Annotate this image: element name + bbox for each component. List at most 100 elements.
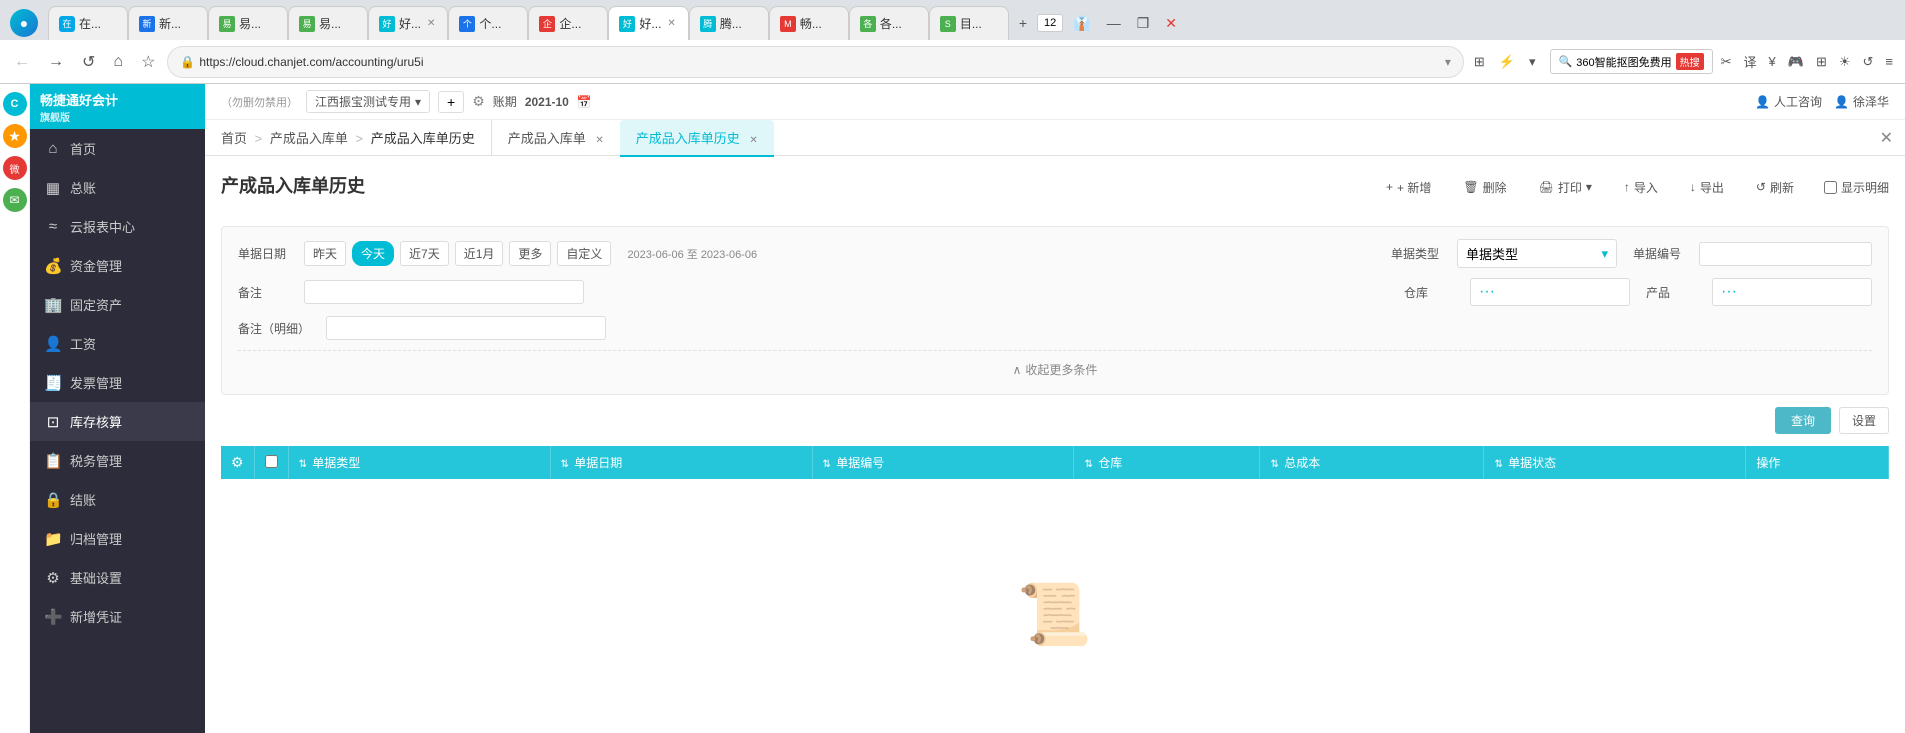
forward-button[interactable]: → xyxy=(42,49,70,75)
select-all-checkbox[interactable] xyxy=(265,455,278,468)
doc-type-select[interactable]: 单据类型 ▾ xyxy=(1457,239,1617,268)
date-7days-btn[interactable]: 近7天 xyxy=(400,241,449,266)
more-icon[interactable]: ≡ xyxy=(1881,50,1897,73)
sidebar-item-ledger[interactable]: ▦ 总账 xyxy=(30,168,205,207)
browser-tab-2[interactable]: 新 新... xyxy=(128,6,208,40)
new-button[interactable]: + + 新增 xyxy=(1376,175,1441,200)
translate-icon[interactable]: 译 xyxy=(1740,48,1761,75)
email-app-icon[interactable]: ✉ xyxy=(3,188,27,212)
bookmark-button[interactable]: ☆ xyxy=(135,48,161,76)
print-button[interactable]: 🖨 打印 ▾ xyxy=(1529,175,1602,200)
scissors-icon[interactable]: ✂ xyxy=(1717,50,1736,74)
show-columns-toggle[interactable]: 显示明细 xyxy=(1824,179,1889,196)
product-select[interactable]: ··· xyxy=(1712,278,1872,306)
sidebar-item-checkout[interactable]: 🔒 结账 xyxy=(30,480,205,519)
sidebar-item-inventory[interactable]: ⊡ 库存核算 xyxy=(30,402,205,441)
tab-close-8[interactable]: ✕ xyxy=(665,16,677,31)
browser-tab-4[interactable]: 易 易... xyxy=(288,6,368,40)
reload-button[interactable]: ↺ xyxy=(76,48,101,76)
date-1month-btn[interactable]: 近1月 xyxy=(455,241,504,266)
sidebar-item-tax[interactable]: 📋 税务管理 xyxy=(30,441,205,480)
display-icon[interactable]: ☀ xyxy=(1835,50,1855,74)
sidebar-item-settings[interactable]: ⚙ 基础设置 xyxy=(30,558,205,597)
bookmark-dropdown-icon[interactable]: ▾ xyxy=(1525,50,1540,74)
customize-icon[interactable]: 👔 xyxy=(1067,11,1096,36)
browser-tab-9[interactable]: 腾 腾... xyxy=(689,6,769,40)
browser-tab-3[interactable]: 易 易... xyxy=(208,6,288,40)
url-bar[interactable]: 🔒 https://cloud.chanjet.com/accounting/u… xyxy=(167,46,1463,78)
home-button[interactable]: ⌂ xyxy=(107,49,129,75)
service-link[interactable]: 👤 人工咨询 xyxy=(1755,93,1822,110)
company-dropdown[interactable]: 江西振宝测试专用 ▾ xyxy=(306,90,430,113)
new-tab-button[interactable]: + xyxy=(1013,11,1033,35)
browser-tab-12[interactable]: S 目... xyxy=(929,6,1009,40)
browser-tab-7[interactable]: 企 企... xyxy=(528,6,608,40)
calendar-icon[interactable]: 📅 xyxy=(577,95,592,109)
grid-icon[interactable]: ⊞ xyxy=(1470,50,1489,74)
th-total-cost[interactable]: ⇅ 总成本 xyxy=(1260,446,1484,479)
page-tab-list-close[interactable]: ✕ xyxy=(595,135,603,146)
date-more-btn[interactable]: 更多 xyxy=(509,241,551,266)
breadcrumb-home[interactable]: 首页 xyxy=(221,131,247,146)
export-button[interactable]: ↓ 导出 xyxy=(1680,175,1734,200)
note-detail-input[interactable] xyxy=(326,316,606,340)
th-gear[interactable]: ⚙ xyxy=(221,446,254,479)
sidebar-item-invoice[interactable]: 🧾 发票管理 xyxy=(30,363,205,402)
header-settings-icon[interactable]: ⚙ xyxy=(472,93,485,110)
th-warehouse[interactable]: ⇅ 仓库 xyxy=(1074,446,1260,479)
refresh-button[interactable]: ↺ 刷新 xyxy=(1746,175,1804,200)
note-input[interactable] xyxy=(304,280,584,304)
chanjet-app-icon[interactable]: C xyxy=(3,92,27,116)
date-custom-btn[interactable]: 自定义 xyxy=(557,241,611,266)
sidebar-item-fixed-assets[interactable]: 🏢 固定资产 xyxy=(30,285,205,324)
browser-logo[interactable]: ● xyxy=(10,9,38,37)
browser-tab-11[interactable]: 各 各... xyxy=(849,6,929,40)
import-button[interactable]: ↑ 导入 xyxy=(1614,175,1668,200)
th-doc-status[interactable]: ⇅ 单据状态 xyxy=(1484,446,1746,479)
close-window-button[interactable]: ✕ xyxy=(1159,11,1183,36)
sidebar-item-archive[interactable]: 📁 归档管理 xyxy=(30,519,205,558)
sidebar-item-home[interactable]: ⌂ 首页 xyxy=(30,129,205,168)
weibo-app-icon[interactable]: 微 xyxy=(3,156,27,180)
date-yesterday-btn[interactable]: 昨天 xyxy=(304,241,346,266)
flash-icon[interactable]: ⚡ xyxy=(1495,50,1519,74)
search-button[interactable]: 查询 xyxy=(1775,407,1831,434)
browser-tab-1[interactable]: 在 在... xyxy=(48,6,128,40)
browser-tab-6[interactable]: 个 个... xyxy=(448,6,528,40)
360-search-bar[interactable]: 🔍 360智能抠图免费用 热搜 xyxy=(1550,49,1713,74)
sidebar-item-cloud-report[interactable]: ≈ 云报表中心 xyxy=(30,207,205,246)
date-today-btn[interactable]: 今天 xyxy=(352,241,394,266)
th-checkbox[interactable] xyxy=(254,446,288,479)
browser-tab-8[interactable]: 好 好... ✕ xyxy=(608,6,688,40)
page-tab-list[interactable]: 产成品入库单 ✕ xyxy=(492,120,620,157)
user-area[interactable]: 👤 徐泽华 xyxy=(1834,93,1889,110)
add-company-button[interactable]: + xyxy=(438,91,464,113)
collapse-button[interactable]: ∧ 收起更多条件 xyxy=(1009,357,1102,382)
layout-icon[interactable]: ⊞ xyxy=(1812,50,1831,74)
browser-tab-5[interactable]: 好 好... ✕ xyxy=(368,6,448,40)
sidebar-item-fund[interactable]: 💰 资金管理 xyxy=(30,246,205,285)
currency-icon[interactable]: ¥ xyxy=(1765,50,1780,73)
doc-no-input[interactable] xyxy=(1699,242,1872,266)
restore-button[interactable]: ❐ xyxy=(1131,11,1156,36)
browser-tab-10[interactable]: M 畅... xyxy=(769,6,849,40)
tab-count-badge[interactable]: 12 xyxy=(1037,14,1063,32)
sidebar-item-payroll[interactable]: 👤 工资 xyxy=(30,324,205,363)
th-doc-no[interactable]: ⇅ 单据编号 xyxy=(812,446,1074,479)
star-app-icon[interactable]: ★ xyxy=(3,124,27,148)
table-gear-icon[interactable]: ⚙ xyxy=(231,454,244,470)
breadcrumb-list[interactable]: 产成品入库单 xyxy=(270,131,348,146)
delete-button[interactable]: 🗑 删除 xyxy=(1453,175,1516,200)
back-button[interactable]: ← xyxy=(8,49,36,75)
undo-icon[interactable]: ↺ xyxy=(1859,50,1878,74)
close-panel-button[interactable]: ✕ xyxy=(1868,128,1905,148)
tab-close-5[interactable]: ✕ xyxy=(425,16,437,31)
page-tab-history-close[interactable]: ✕ xyxy=(749,135,757,146)
warehouse-select[interactable]: ··· xyxy=(1470,278,1630,306)
sidebar-item-new-voucher[interactable]: ➕ 新增凭证 xyxy=(30,597,205,636)
setting-button[interactable]: 设置 xyxy=(1839,407,1889,434)
minimize-button[interactable]: — xyxy=(1101,11,1127,35)
show-columns-checkbox[interactable] xyxy=(1824,181,1837,194)
th-doc-type[interactable]: ⇅ 单据类型 xyxy=(288,446,550,479)
game-icon[interactable]: 🎮 xyxy=(1784,50,1808,74)
